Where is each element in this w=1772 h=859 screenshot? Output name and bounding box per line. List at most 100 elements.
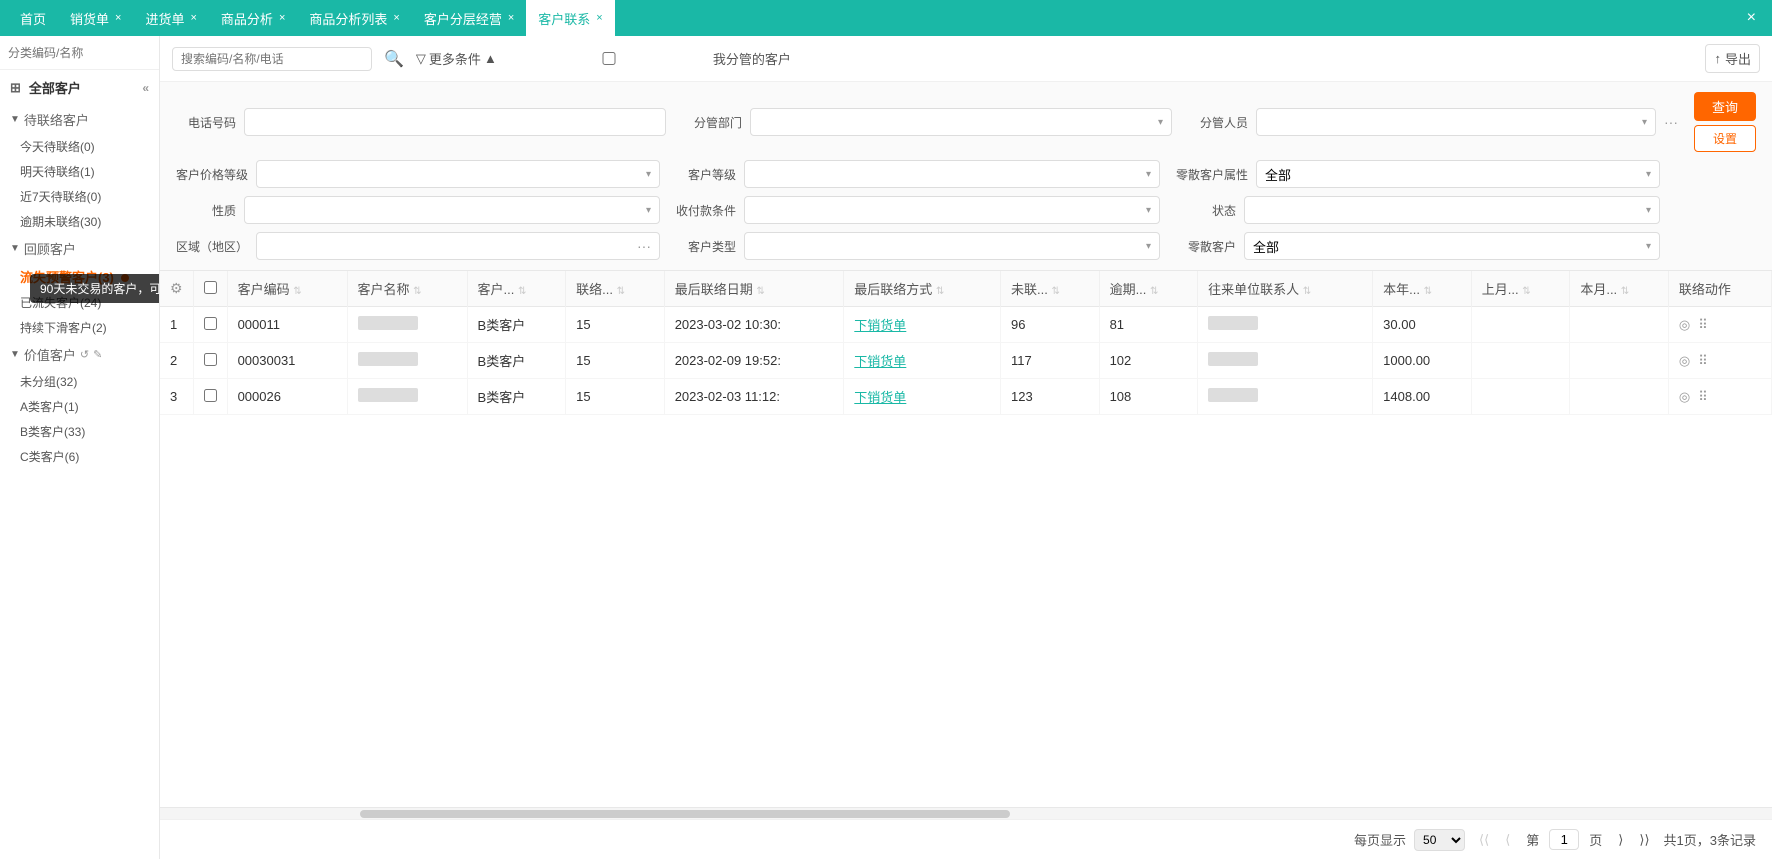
col-contact-count[interactable]: 联络... ⇅ [566, 271, 665, 307]
tab-purchase-order[interactable]: 进货单 × [133, 0, 208, 36]
edit-icon[interactable]: ✎ [93, 348, 102, 361]
my-customers-checkbox[interactable] [509, 52, 709, 65]
per-page-select[interactable]: 50 100 200 [1414, 829, 1465, 851]
filter-label-region: 区域（地区） [176, 238, 248, 255]
row-last-month [1471, 307, 1570, 343]
first-page-button[interactable]: ⟨⟨ [1473, 830, 1495, 850]
blurred-contacts [1208, 352, 1258, 366]
my-customers-label[interactable]: 我分管的客户 [509, 49, 791, 68]
sidebar-item-7days-pending[interactable]: 近7天待联络(0) [0, 184, 159, 209]
close-icon[interactable]: × [190, 12, 196, 24]
collapse-icon[interactable]: « [142, 81, 149, 95]
sidebar-item-overdue-pending[interactable]: 逾期未联络(30) [0, 209, 159, 234]
export-button[interactable]: ↑ 导出 [1705, 44, 1760, 73]
sidebar-all-customers[interactable]: ⊞ 全部客户 « [0, 70, 159, 105]
filter-select-retail[interactable]: 全部 ▾ [1244, 232, 1660, 260]
row-select-checkbox[interactable] [204, 389, 217, 402]
more-conditions-button[interactable]: ▽ 更多条件 ▲ [416, 49, 497, 68]
filter-select-dept[interactable]: ▾ [750, 108, 1172, 136]
filter-select-customer-type[interactable]: ▾ [744, 232, 1160, 260]
filter-select-retail-attr[interactable]: 全部 ▾ [1256, 160, 1660, 188]
search-input[interactable] [172, 47, 372, 71]
close-icon[interactable]: × [393, 12, 399, 24]
prev-page-button[interactable]: ⟨ [1499, 830, 1516, 850]
col-overdue[interactable]: 逾期... ⇅ [1099, 271, 1198, 307]
col-customer-type[interactable]: 客户... ⇅ [467, 271, 566, 307]
close-icon[interactable]: × [596, 12, 602, 24]
sidebar-item-tomorrow-pending[interactable]: 明天待联络(1) [0, 159, 159, 184]
home-tab[interactable]: 首页 [8, 0, 58, 36]
chevron-down-icon: ▾ [1146, 241, 1151, 252]
sidebar-group-review[interactable]: ▼ 回顾客户 [0, 234, 159, 263]
refresh-icon[interactable]: ↺ [80, 348, 89, 361]
row-customer-type: B类客户 [467, 307, 566, 343]
row-last-contact-method[interactable]: 下销货单 [844, 307, 1001, 343]
horizontal-scrollbar[interactable] [160, 807, 1772, 819]
sidebar-group-value[interactable]: ▼ 价值客户 ↺ ✎ [0, 340, 159, 369]
blurred-name [358, 316, 418, 330]
filter-select-nature[interactable]: ▾ [244, 196, 660, 224]
filter-select-price-grade[interactable]: ▾ [256, 160, 660, 188]
filter-row-4: 区域（地区） ··· 客户类型 ▾ 零散客户 全部 [176, 232, 1756, 260]
row-action-icons: ◎ ⠿ [1668, 379, 1771, 415]
sidebar-group-pending[interactable]: ▼ 待联络客户 [0, 105, 159, 134]
close-icon[interactable]: × [279, 12, 285, 24]
filter-select-manager[interactable]: ▾ [1256, 108, 1656, 136]
next-page-button[interactable]: ⟩ [1612, 830, 1629, 850]
last-page-button[interactable]: ⟩⟩ [1633, 830, 1655, 850]
page-input[interactable] [1549, 829, 1579, 850]
dots-button-region[interactable]: ··· [637, 238, 651, 254]
tab-sales-order[interactable]: 销货单 × [58, 0, 133, 36]
filter-select-payment[interactable]: ▾ [744, 196, 1160, 224]
select-all-checkbox[interactable] [204, 281, 217, 294]
tab-product-analysis[interactable]: 商品分析 × [209, 0, 297, 36]
tab-customer-contact[interactable]: 客户联系 × [526, 0, 614, 36]
sidebar-item-class-b[interactable]: B类客户(33) [0, 419, 159, 444]
sidebar-search-input[interactable] [8, 46, 160, 60]
more-icon[interactable]: ⠿ [1698, 389, 1708, 405]
contact-icon[interactable]: ◎ [1679, 353, 1690, 369]
close-icon[interactable]: × [115, 12, 121, 24]
row-last-contact-method[interactable]: 下销货单 [844, 343, 1001, 379]
advanced-filter-panel: 电话号码 分管部门 ▾ 分管人员 ▾ ··· [160, 82, 1772, 271]
row-select-checkbox[interactable] [204, 353, 217, 366]
close-icon[interactable]: × [508, 12, 514, 24]
window-close-button[interactable]: × [1739, 9, 1764, 27]
col-contacts[interactable]: 往来单位联系人 ⇅ [1198, 271, 1373, 307]
row-last-contact-method[interactable]: 下销货单 [844, 379, 1001, 415]
contact-method-link[interactable]: 下销货单 [854, 318, 906, 333]
filter-input-phone[interactable] [244, 108, 666, 136]
table-settings-icon[interactable]: ⚙ [170, 280, 183, 296]
col-customer-name[interactable]: 客户名称 ⇅ [347, 271, 467, 307]
tab-customer-segments[interactable]: 客户分层经营 × [412, 0, 526, 36]
query-button[interactable]: 查询 [1694, 92, 1756, 121]
settings-button[interactable]: 设置 [1694, 125, 1756, 152]
sidebar-item-class-c[interactable]: C类客户(6) [0, 444, 159, 469]
sidebar-item-today-pending[interactable]: 今天待联络(0) [0, 134, 159, 159]
contact-method-link[interactable]: 下销货单 [854, 390, 906, 405]
col-year-amount[interactable]: 本年... ⇅ [1373, 271, 1472, 307]
col-this-month[interactable]: 本月... ⇅ [1570, 271, 1669, 307]
col-uncontacted-days[interactable]: 未联... ⇅ [1000, 271, 1099, 307]
col-customer-code[interactable]: 客户编码 ⇅ [227, 271, 347, 307]
more-icon[interactable]: ⠿ [1698, 353, 1708, 369]
dots-button[interactable]: ··· [1664, 114, 1678, 130]
scrollbar-thumb[interactable] [360, 810, 1010, 818]
contact-icon[interactable]: ◎ [1679, 317, 1690, 333]
sidebar-item-unclassified[interactable]: 未分组(32) [0, 369, 159, 394]
search-button[interactable]: 🔍 [384, 49, 404, 69]
more-icon[interactable]: ⠿ [1698, 317, 1708, 333]
contact-method-link[interactable]: 下销货单 [854, 354, 906, 369]
tab-product-analysis-list[interactable]: 商品分析列表 × [297, 0, 411, 36]
col-last-month[interactable]: 上月... ⇅ [1471, 271, 1570, 307]
filter-select-customer-grade[interactable]: ▾ [744, 160, 1160, 188]
table-row: 2 00030031 B类客户 15 2023-02-09 19:52: 下销货… [160, 343, 1772, 379]
row-select-checkbox[interactable] [204, 317, 217, 330]
filter-select-status[interactable]: ▾ [1244, 196, 1660, 224]
sidebar-item-class-a[interactable]: A类客户(1) [0, 394, 159, 419]
col-last-contact-date[interactable]: 最后联络日期 ⇅ [664, 271, 844, 307]
filter-select-region[interactable]: ··· [256, 232, 660, 260]
col-last-contact-method[interactable]: 最后联络方式 ⇅ [844, 271, 1001, 307]
sidebar-item-declining[interactable]: 持续下滑客户(2) [0, 315, 159, 340]
contact-icon[interactable]: ◎ [1679, 389, 1690, 405]
